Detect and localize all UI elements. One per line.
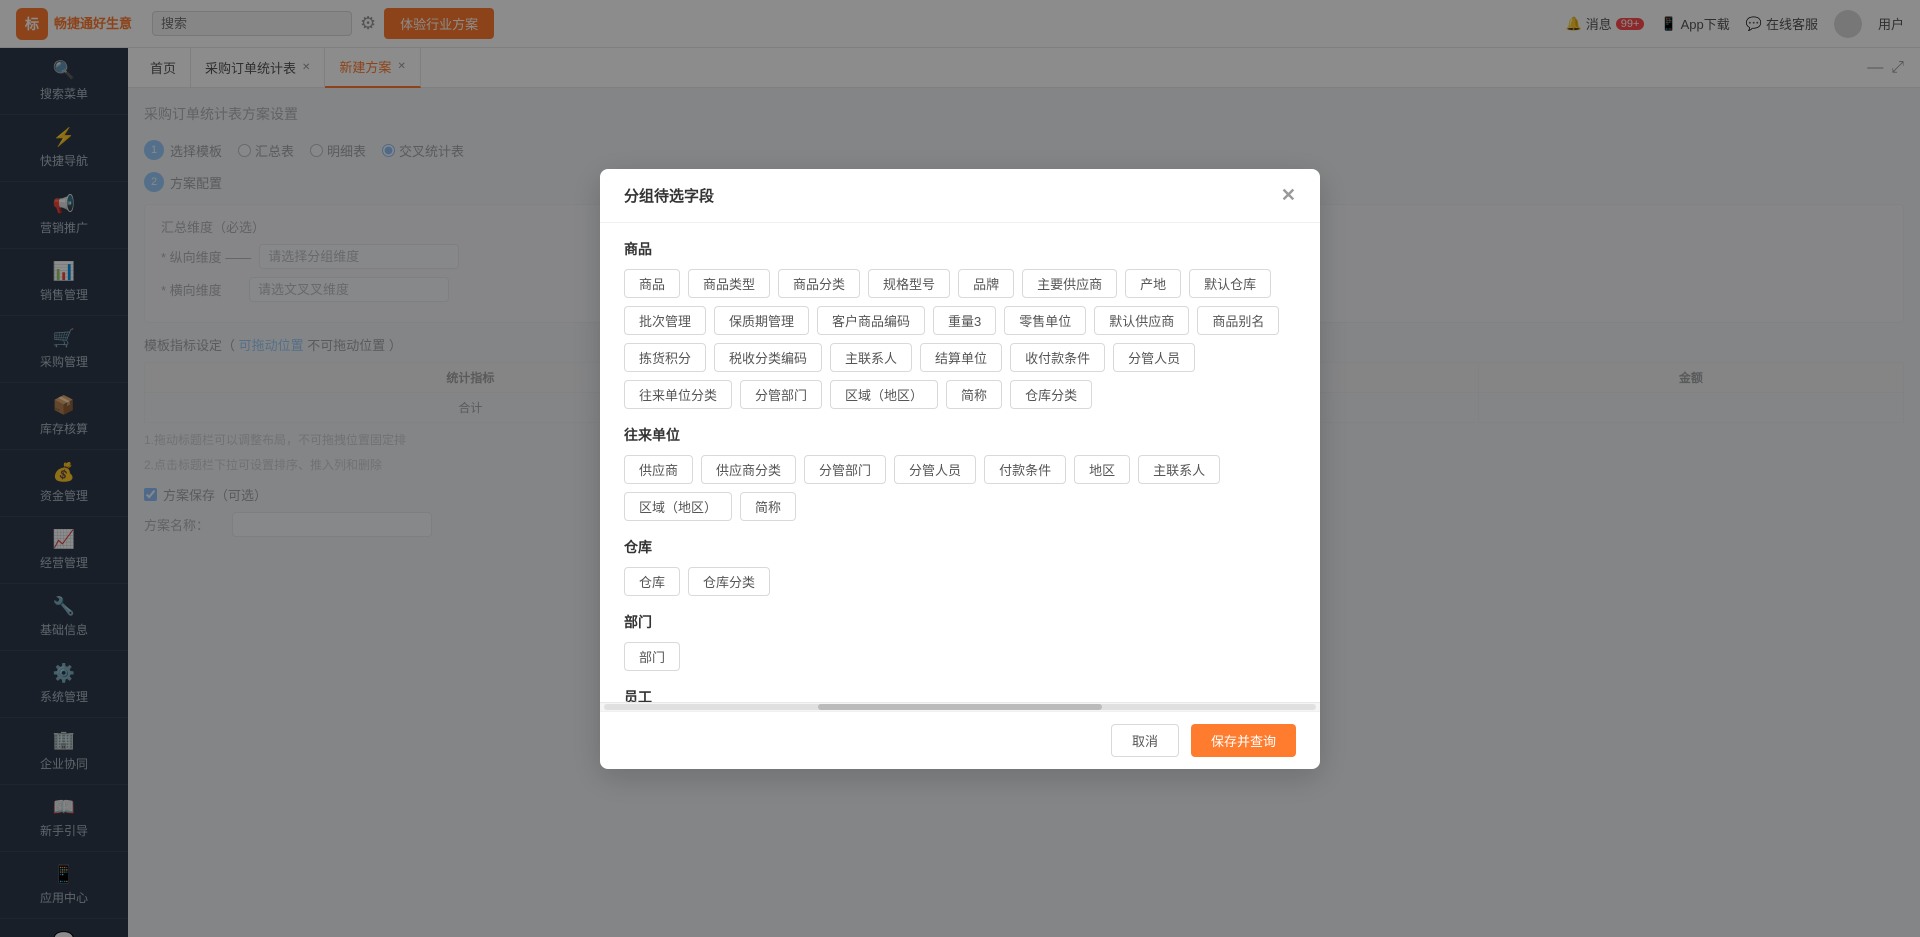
field-select-dialog: 分组待选字段 ✕ 商品 商品 商品类型 商品分类 规格型号 品牌 主要供应商 产… [600, 169, 1320, 769]
partner-fields-grid: 供应商 供应商分类 分管部门 分管人员 付款条件 地区 主联系人 区域（地区） … [624, 455, 1296, 521]
section-warehouse-title: 仓库 [624, 537, 1296, 557]
scrollbar-thumb [818, 704, 1103, 710]
dialog-title: 分组待选字段 [624, 185, 714, 206]
field-tag[interactable]: 规格型号 [868, 269, 950, 298]
scrollbar-track [604, 704, 1316, 710]
field-tag[interactable]: 品牌 [958, 269, 1014, 298]
field-tag[interactable]: 商品 [624, 269, 680, 298]
section-department-title: 部门 [624, 612, 1296, 632]
department-fields-grid: 部门 [624, 642, 1296, 671]
field-tag[interactable]: 分管部门 [740, 380, 822, 409]
field-tag[interactable]: 产地 [1125, 269, 1181, 298]
field-tag[interactable]: 主要供应商 [1022, 269, 1117, 298]
field-tag[interactable]: 商品分类 [778, 269, 860, 298]
section-partner: 往来单位 供应商 供应商分类 分管部门 分管人员 付款条件 地区 主联系人 区域… [624, 425, 1296, 521]
section-product: 商品 商品 商品类型 商品分类 规格型号 品牌 主要供应商 产地 默认仓库 批次… [624, 239, 1296, 409]
confirm-btn[interactable]: 保存并查询 [1191, 724, 1296, 757]
section-product-title: 商品 [624, 239, 1296, 259]
field-tag[interactable]: 供应商分类 [701, 455, 796, 484]
field-tag[interactable]: 保质期管理 [714, 306, 809, 335]
section-employee-title: 员工 [624, 687, 1296, 702]
field-tag[interactable]: 付款条件 [984, 455, 1066, 484]
field-tag[interactable]: 零售单位 [1004, 306, 1086, 335]
field-tag[interactable]: 主联系人 [1138, 455, 1220, 484]
field-tag[interactable]: 商品别名 [1197, 306, 1279, 335]
product-fields-grid: 商品 商品类型 商品分类 规格型号 品牌 主要供应商 产地 默认仓库 批次管理 … [624, 269, 1296, 409]
field-tag[interactable]: 地区 [1074, 455, 1130, 484]
dialog-header: 分组待选字段 ✕ [600, 169, 1320, 223]
field-tag[interactable]: 客户商品编码 [817, 306, 925, 335]
field-tag[interactable]: 税收分类编码 [714, 343, 822, 372]
field-tag[interactable]: 仓库 [624, 567, 680, 596]
field-tag[interactable]: 默认仓库 [1189, 269, 1271, 298]
modal-overlay: 分组待选字段 ✕ 商品 商品 商品类型 商品分类 规格型号 品牌 主要供应商 产… [0, 0, 1920, 937]
field-tag[interactable]: 区域（地区） [624, 492, 732, 521]
field-tag[interactable]: 收付款条件 [1010, 343, 1105, 372]
field-tag[interactable]: 结算单位 [920, 343, 1002, 372]
field-tag[interactable]: 供应商 [624, 455, 693, 484]
field-tag[interactable]: 商品类型 [688, 269, 770, 298]
field-tag[interactable]: 仓库分类 [1010, 380, 1092, 409]
section-partner-title: 往来单位 [624, 425, 1296, 445]
field-tag[interactable]: 拣货积分 [624, 343, 706, 372]
field-tag[interactable]: 分管部门 [804, 455, 886, 484]
dialog-scrollbar[interactable] [600, 702, 1320, 711]
field-tag[interactable]: 部门 [624, 642, 680, 671]
dialog-close-btn[interactable]: ✕ [1281, 185, 1296, 206]
field-tag[interactable]: 仓库分类 [688, 567, 770, 596]
field-tag[interactable]: 分管人员 [1113, 343, 1195, 372]
dialog-footer: 取消 保存并查询 [600, 711, 1320, 769]
field-tag[interactable]: 区域（地区） [830, 380, 938, 409]
field-tag[interactable]: 分管人员 [894, 455, 976, 484]
field-tag[interactable]: 默认供应商 [1094, 306, 1189, 335]
field-tag[interactable]: 简称 [740, 492, 796, 521]
field-tag[interactable]: 主联系人 [830, 343, 912, 372]
warehouse-fields-grid: 仓库 仓库分类 [624, 567, 1296, 596]
dialog-body[interactable]: 商品 商品 商品类型 商品分类 规格型号 品牌 主要供应商 产地 默认仓库 批次… [600, 223, 1320, 702]
field-tag[interactable]: 重量3 [933, 306, 996, 335]
section-warehouse: 仓库 仓库 仓库分类 [624, 537, 1296, 596]
field-tag[interactable]: 简称 [946, 380, 1002, 409]
section-department: 部门 部门 [624, 612, 1296, 671]
cancel-btn[interactable]: 取消 [1111, 724, 1179, 757]
section-employee: 员工 业务员 [624, 687, 1296, 702]
field-tag[interactable]: 批次管理 [624, 306, 706, 335]
field-tag[interactable]: 往来单位分类 [624, 380, 732, 409]
